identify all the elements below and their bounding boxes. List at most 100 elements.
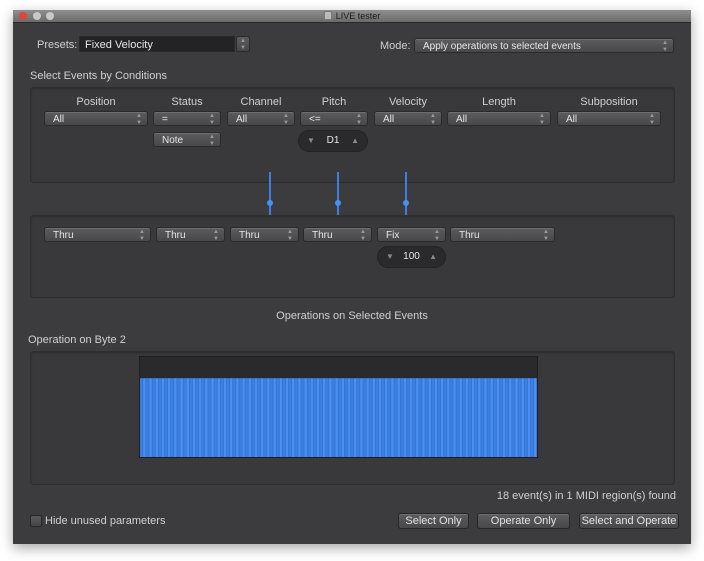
title-bar: LIVE tester <box>13 10 691 23</box>
byte-bar <box>443 378 447 457</box>
operation-velocity-popup[interactable]: Fix ▲ ▼ <box>377 227 446 242</box>
byte-bar <box>515 378 518 457</box>
byte-bar <box>264 378 267 457</box>
condition-header-status: Status <box>171 96 203 108</box>
popup-value: All <box>383 114 395 125</box>
byte-bar <box>505 378 509 457</box>
byte-bar <box>174 378 177 457</box>
byte-bar <box>412 378 416 457</box>
byte-bar <box>217 378 221 457</box>
popup-value: Thru <box>312 230 333 241</box>
byte-bar <box>366 378 369 457</box>
byte-bar <box>465 378 469 457</box>
operation-length-popup[interactable]: Thru ▲ ▼ <box>450 227 555 242</box>
byte-bar <box>242 378 245 457</box>
condition-header-length: Length <box>482 96 516 108</box>
pitch-value-slider[interactable]: ▼ D1 ▲ <box>298 130 368 152</box>
select-only-button[interactable]: Select Only <box>398 513 469 529</box>
condition-status-popup[interactable]: = ▲ ▼ <box>153 111 221 126</box>
mode-popup-value: Apply operations to selected events <box>423 41 581 52</box>
byte-bar <box>198 378 202 457</box>
link-cable-pitch[interactable] <box>335 172 341 218</box>
mode-popup[interactable]: Apply operations to selected events ▲ ▼ <box>414 38 674 53</box>
operation-status-popup[interactable]: Thru ▲ ▼ <box>156 227 225 242</box>
popup-value: <= <box>309 114 321 125</box>
operate-only-button[interactable]: Operate Only <box>477 513 570 529</box>
link-dot-icon <box>403 200 409 206</box>
byte-bar <box>257 378 261 457</box>
byte-bar <box>220 378 224 457</box>
byte-bar <box>233 378 236 457</box>
byte-bar <box>440 378 444 457</box>
velocity-fix-value-slider[interactable]: ▼ 100 ▲ <box>377 246 446 268</box>
byte-bar <box>279 378 283 457</box>
byte-bar <box>270 378 273 457</box>
byte-bar <box>245 378 248 457</box>
byte-bar <box>332 378 335 457</box>
byte-bar <box>341 378 345 457</box>
operations-heading: Operations on Selected Events <box>276 310 428 322</box>
byte-bar <box>282 378 286 457</box>
byte-bar <box>428 378 431 457</box>
popup-value: = <box>162 114 168 125</box>
byte-bar <box>530 378 534 457</box>
updown-arrows-icon: ▲ ▼ <box>136 113 142 126</box>
presets-field[interactable]: Fixed Velocity <box>79 36 235 52</box>
link-cable-channel[interactable] <box>267 172 273 218</box>
byte-bar <box>155 378 158 457</box>
popup-value: Thru <box>53 230 74 241</box>
byte-bar <box>291 378 295 457</box>
byte-bar <box>285 378 289 457</box>
byte-bar <box>518 378 521 457</box>
popup-value: All <box>566 114 578 125</box>
condition-velocity-popup[interactable]: All ▲ ▼ <box>374 111 442 126</box>
condition-status-type-popup[interactable]: Note ▲ ▼ <box>153 132 221 147</box>
byte-bar <box>499 378 503 457</box>
select-and-operate-button[interactable]: Select and Operate <box>579 513 679 529</box>
hide-unused-checkbox[interactable] <box>30 515 42 527</box>
operation-pitch-popup[interactable]: Thru ▲ ▼ <box>303 227 372 242</box>
hide-unused-label[interactable]: Hide unused parameters <box>45 515 165 527</box>
status-text: 18 event(s) in 1 MIDI region(s) found <box>496 490 676 502</box>
popup-value: Note <box>162 135 184 146</box>
byte-bar <box>388 378 391 457</box>
operation-position-popup[interactable]: Thru ▲ ▼ <box>44 227 151 242</box>
popup-value: All <box>53 114 65 125</box>
byte-bar <box>450 378 453 457</box>
byte-bar <box>335 378 338 457</box>
byte-bar <box>481 378 484 457</box>
byte-bar <box>254 378 258 457</box>
byte-bar <box>202 378 205 457</box>
byte-bar <box>161 378 165 457</box>
byte-bar <box>487 378 490 457</box>
byte-bar <box>177 378 180 457</box>
byte-bar <box>434 378 438 457</box>
increment-arrow-icon[interactable]: ▲ <box>351 131 359 151</box>
byte-bar <box>236 378 239 457</box>
byte-bar <box>391 378 394 457</box>
byte-bar <box>397 378 400 457</box>
byte-bar <box>301 378 304 457</box>
byte-bar <box>192 378 196 457</box>
condition-length-popup[interactable]: All ▲ ▼ <box>447 111 551 126</box>
byte-bar <box>189 378 193 457</box>
condition-position-popup[interactable]: All ▲ ▼ <box>44 111 148 126</box>
updown-arrows-icon: ▲ ▼ <box>539 113 545 126</box>
byte-bar <box>295 378 298 457</box>
byte-bar <box>357 378 360 457</box>
link-cable-velocity[interactable] <box>403 172 409 218</box>
increment-arrow-icon[interactable]: ▲ <box>429 247 437 267</box>
updown-arrows-icon: ▲ ▼ <box>213 229 219 242</box>
condition-channel-popup[interactable]: All ▲ ▼ <box>227 111 295 126</box>
byte-bar <box>490 378 493 457</box>
byte-bar <box>360 378 363 457</box>
byte-graph[interactable] <box>139 356 538 458</box>
byte-bar <box>158 378 162 457</box>
byte-graph-canvas <box>140 378 537 457</box>
condition-subposition-popup[interactable]: All ▲ ▼ <box>557 111 661 126</box>
condition-pitch-popup[interactable]: <= ▲ ▼ <box>300 111 368 126</box>
presets-menu-button[interactable]: ▲ ▼ <box>236 36 250 52</box>
byte-bar <box>478 378 481 457</box>
byte-bar <box>248 378 252 457</box>
operation-channel-popup[interactable]: Thru ▲ ▼ <box>230 227 299 242</box>
